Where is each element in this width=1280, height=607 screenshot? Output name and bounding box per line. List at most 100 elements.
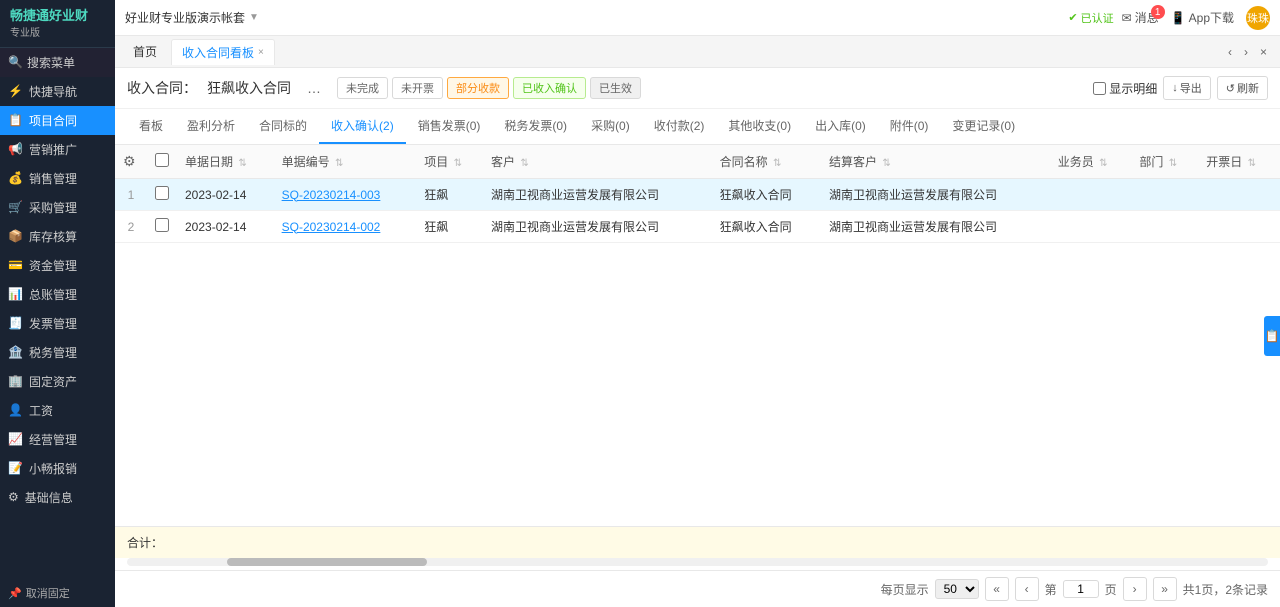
page-prev-btn[interactable]: ‹: [1015, 577, 1039, 601]
status-btn-uninvoiced[interactable]: 未开票: [392, 77, 443, 99]
sidebar: 畅捷通好业财 专业版 🔍 搜索菜单 ⚡ 快捷导航 📋 项目合同 📢 营销推广 💰…: [0, 0, 115, 607]
per-page-select[interactable]: 50: [935, 579, 979, 599]
tab-home[interactable]: 首页: [123, 39, 167, 64]
date-sort-icon[interactable]: ⇅: [238, 158, 246, 169]
unpin-button[interactable]: 📌 取消固定: [0, 579, 115, 607]
tab-income-contract[interactable]: 收入合同看板 ×: [171, 39, 275, 65]
sub-tab-storage[interactable]: 出入库(0): [803, 109, 878, 144]
tab-close-icon[interactable]: ×: [258, 47, 264, 58]
tab-nav-close[interactable]: ×: [1255, 43, 1272, 61]
row-number-link-2[interactable]: SQ-20230214-002: [282, 220, 381, 234]
sidebar-item-report[interactable]: 📝 小畅报销: [0, 454, 115, 483]
sales-icon: 💰: [8, 171, 23, 185]
sidebar-item-label-operation: 经营管理: [29, 431, 77, 448]
show-detail-checkbox[interactable]: [1093, 82, 1106, 95]
sidebar-search[interactable]: 🔍 搜索菜单: [0, 48, 115, 77]
sidebar-item-general[interactable]: 📊 总账管理: [0, 280, 115, 309]
status-btn-effective[interactable]: 已生效: [590, 77, 641, 99]
sidebar-item-purchase[interactable]: 🛒 采购管理: [0, 193, 115, 222]
sidebar-item-inventory[interactable]: 📦 库存核算: [0, 222, 115, 251]
more-button[interactable]: …: [301, 78, 327, 98]
topbar-actions: ✉ 消息 1 📱 App下载 珠珠: [1122, 6, 1270, 30]
table-row[interactable]: 2 2023-02-14 SQ-20230214-002 狂飙 湖南卫视商业运营…: [115, 211, 1280, 243]
user-avatar[interactable]: 珠珠: [1246, 6, 1270, 30]
th-end-customer-label: 结算客户: [829, 155, 877, 169]
tab-nav-prev[interactable]: ‹: [1223, 43, 1237, 61]
row-project-2: 狂飙: [416, 211, 483, 243]
sidebar-item-sales[interactable]: 💰 销售管理: [0, 164, 115, 193]
sidebar-item-marketing[interactable]: 📢 营销推广: [0, 135, 115, 164]
message-button[interactable]: ✉ 消息 1: [1122, 9, 1159, 26]
sidebar-item-project[interactable]: 📋 项目合同: [0, 106, 115, 135]
row-checkbox-1[interactable]: [155, 186, 169, 200]
sub-tab-target[interactable]: 合同标的: [247, 109, 319, 144]
sub-tab-purchase[interactable]: 采购(0): [579, 109, 642, 144]
page-next-btn[interactable]: ›: [1123, 577, 1147, 601]
row-checkbox-2[interactable]: [155, 218, 169, 232]
row-check-2[interactable]: [147, 211, 177, 243]
sub-tab-attachment[interactable]: 附件(0): [878, 109, 941, 144]
sidebar-item-fixed[interactable]: 🏢 固定资产: [0, 367, 115, 396]
tab-nav-next[interactable]: ›: [1239, 43, 1253, 61]
contract-sort-icon[interactable]: ⇅: [773, 158, 781, 169]
number-sort-icon[interactable]: ⇅: [335, 158, 343, 169]
sub-tab-change-log[interactable]: 变更记录(0): [940, 109, 1027, 144]
show-detail-label: 显示明细: [1109, 80, 1157, 97]
unpin-label: 取消固定: [26, 585, 70, 601]
sidebar-item-tax[interactable]: 🏦 税务管理: [0, 338, 115, 367]
sidebar-item-quick-nav[interactable]: ⚡ 快捷导航: [0, 77, 115, 106]
th-settings[interactable]: ⚙: [115, 145, 147, 179]
table-row[interactable]: 1 2023-02-14 SQ-20230214-003 狂飙 湖南卫视商业运营…: [115, 179, 1280, 211]
sidebar-item-labor[interactable]: 👤 工资: [0, 396, 115, 425]
row-customer-1: 湖南卫视商业运营发展有限公司: [483, 179, 712, 211]
row-number-link-1[interactable]: SQ-20230214-003: [282, 188, 381, 202]
th-customer-label: 客户: [491, 155, 515, 169]
company-selector[interactable]: 好业财专业版演示帐套 ▼: [125, 9, 1060, 26]
customer-sort-icon[interactable]: ⇅: [520, 158, 528, 169]
sidebar-item-label-report: 小畅报销: [29, 460, 77, 477]
page-input[interactable]: [1063, 580, 1099, 598]
th-date-label: 单据日期: [185, 155, 233, 169]
sub-tab-other[interactable]: 其他收支(0): [716, 109, 803, 144]
app-download-button[interactable]: 📱 App下载: [1171, 9, 1234, 26]
export-button[interactable]: ↓ 导出: [1163, 76, 1211, 100]
open-date-sort-icon[interactable]: ⇅: [1248, 158, 1256, 169]
settings-icon[interactable]: ⚙: [123, 153, 136, 169]
sidebar-item-invoice[interactable]: 🧾 发票管理: [0, 309, 115, 338]
show-detail-toggle[interactable]: 显示明细: [1093, 76, 1157, 100]
end-customer-sort-icon[interactable]: ⇅: [882, 158, 890, 169]
quick-nav-icon: ⚡: [8, 84, 23, 98]
sidebar-item-operation[interactable]: 📈 经营管理: [0, 425, 115, 454]
purchase-icon: 🛒: [8, 200, 23, 214]
sub-tab-payment[interactable]: 收付款(2): [642, 109, 717, 144]
salesperson-sort-icon[interactable]: ⇅: [1099, 158, 1107, 169]
status-btn-partial[interactable]: 部分收款: [447, 77, 509, 99]
select-all-checkbox[interactable]: [155, 153, 169, 167]
refresh-button[interactable]: ↺ 刷新: [1217, 76, 1268, 100]
status-btn-confirmed[interactable]: 已收入确认: [513, 77, 586, 99]
sidebar-item-label-project: 项目合同: [29, 112, 77, 129]
sub-tab-sales-invoice[interactable]: 销售发票(0): [406, 109, 493, 144]
project-sort-icon[interactable]: ⇅: [454, 158, 462, 169]
status-btn-incomplete[interactable]: 未完成: [337, 77, 388, 99]
certified-label: 已认证: [1081, 10, 1114, 26]
scroll-track[interactable]: [127, 558, 1268, 566]
row-department-2: [1131, 211, 1198, 243]
sub-tab-profit[interactable]: 盈利分析: [175, 109, 247, 144]
tabbar: 首页 收入合同看板 × ‹ › ×: [115, 36, 1280, 68]
th-project-label: 项目: [424, 155, 448, 169]
th-project: 项目 ⇅: [416, 145, 483, 179]
scroll-thumb[interactable]: [227, 558, 427, 566]
department-sort-icon[interactable]: ⇅: [1169, 158, 1177, 169]
app-logo: 畅捷通好业财 专业版: [0, 0, 115, 48]
side-note-button[interactable]: 📋: [1264, 316, 1280, 356]
page-last-btn[interactable]: »: [1153, 577, 1177, 601]
sub-tab-tax-invoice[interactable]: 税务发票(0): [492, 109, 579, 144]
page-first-btn[interactable]: «: [985, 577, 1009, 601]
row-check-1[interactable]: [147, 179, 177, 211]
row-salesperson-2: [1050, 211, 1132, 243]
sidebar-item-basic[interactable]: ⚙ 基础信息: [0, 483, 115, 512]
sub-tab-kanban[interactable]: 看板: [127, 109, 175, 144]
sub-tab-income-confirm[interactable]: 收入确认(2): [319, 109, 406, 144]
sidebar-item-capital[interactable]: 💳 资金管理: [0, 251, 115, 280]
